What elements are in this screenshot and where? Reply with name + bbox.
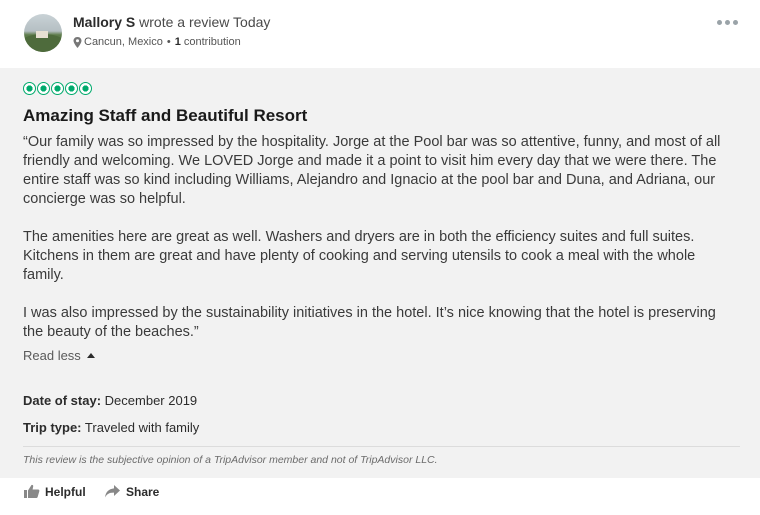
rating-bubble: [51, 82, 64, 95]
divider: [23, 446, 740, 447]
rating-bubble: [79, 82, 92, 95]
rating-bubble: [37, 82, 50, 95]
review-title[interactable]: Amazing Staff and Beautiful Resort: [23, 106, 307, 126]
review-text: “Our family was so impressed by the hosp…: [23, 133, 738, 361]
read-less-label: Read less: [23, 348, 81, 363]
share-button[interactable]: Share: [104, 484, 159, 499]
read-less-button[interactable]: Read less: [23, 348, 95, 363]
review-body: Amazing Staff and Beautiful Resort “Our …: [0, 68, 760, 478]
reviewer-line: Mallory S wrote a review Today: [73, 14, 270, 30]
review-paragraph: I was also impressed by the sustainabili…: [23, 305, 716, 340]
avatar[interactable]: [24, 14, 62, 52]
map-pin-icon: [73, 36, 82, 48]
trip-type-label: Trip type:: [23, 420, 82, 435]
helpful-label: Helpful: [45, 484, 86, 499]
more-options-icon[interactable]: [717, 18, 739, 26]
review-header: Mallory S wrote a review Today Cancun, M…: [0, 0, 760, 68]
review-action-text: wrote a review Today: [135, 14, 271, 30]
date-of-stay-label: Date of stay:: [23, 393, 102, 408]
avatar-house: [36, 31, 48, 38]
review-paragraph: The amenities here are great as well. Wa…: [23, 229, 696, 283]
reviewer-name[interactable]: Mallory S: [73, 14, 135, 30]
share-arrow-icon: [105, 485, 120, 498]
thumbs-up-icon: [24, 484, 40, 498]
trip-type: Trip type: Traveled with family: [23, 420, 199, 435]
meta-separator: •: [166, 36, 171, 48]
rating-bubbles: [23, 82, 92, 96]
rating-bubble: [23, 82, 36, 95]
reviewer-meta: Cancun, Mexico • 1 contribution: [73, 36, 241, 48]
caret-up-icon: [86, 353, 95, 358]
contribution-count: 1: [174, 36, 181, 48]
rating-bubble: [65, 82, 78, 95]
date-of-stay-value: December 2019: [104, 393, 198, 408]
review-actions: Helpful Share: [0, 478, 760, 515]
review-disclaimer: This review is the subjective opinion of…: [23, 454, 438, 466]
trip-type-value: Traveled with family: [84, 420, 200, 435]
share-label: Share: [126, 484, 160, 499]
reviewer-location: Cancun, Mexico: [84, 36, 163, 48]
date-of-stay: Date of stay: December 2019: [23, 393, 197, 408]
helpful-button[interactable]: Helpful: [23, 484, 86, 499]
review-paragraph: “Our family was so impressed by the hosp…: [23, 134, 721, 207]
contribution-label: contribution: [183, 36, 241, 48]
